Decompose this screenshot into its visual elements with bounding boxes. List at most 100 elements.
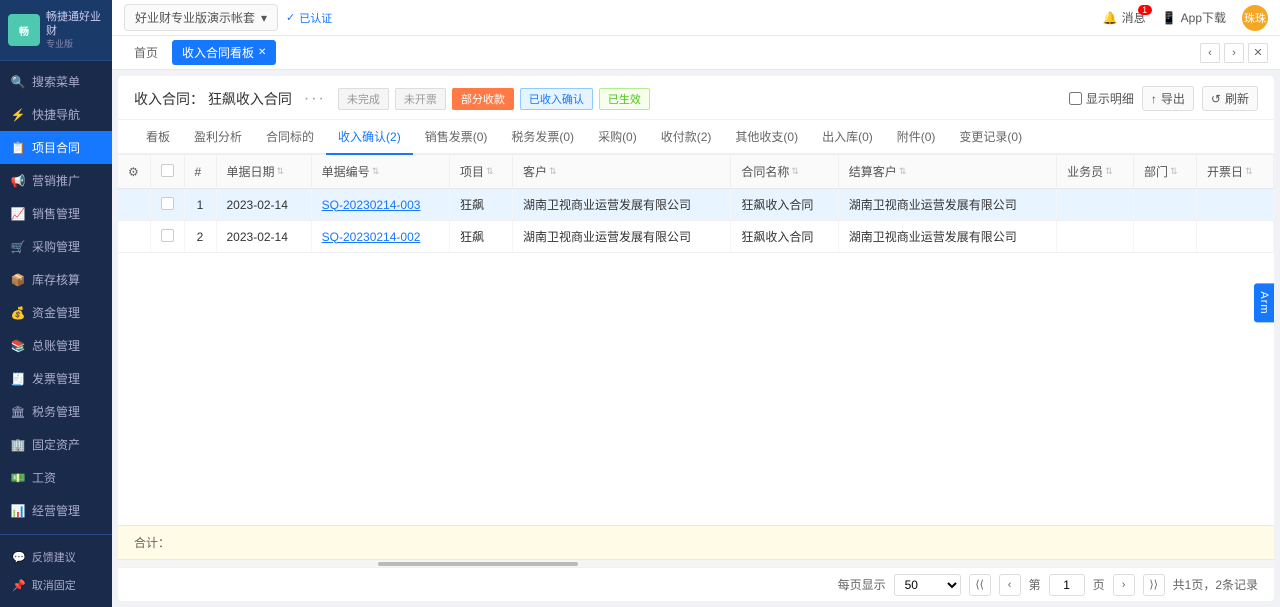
sidebar-label-4: 销售管理 <box>32 205 80 222</box>
sidebar-icon-2: 📋 <box>10 140 26 156</box>
nav-next-btn[interactable]: › <box>1224 43 1244 63</box>
cell-code-1[interactable]: SQ-20230214-002 <box>311 221 449 253</box>
sidebar-item-12[interactable]: 💵工资 <box>0 461 112 494</box>
sidebar-bottom-item-0[interactable]: 💬反馈建议 <box>8 543 104 571</box>
cell-code-0[interactable]: SQ-20230214-003 <box>311 189 449 221</box>
th-invoice-date[interactable]: 开票日⇅ <box>1197 155 1274 189</box>
table-wrapper[interactable]: ⚙ # 单据日期⇅ 单据编号⇅ 项目⇅ 客户⇅ 合同名称⇅ 结算客户⇅ 业务员⇅ <box>118 155 1274 525</box>
table-row[interactable]: 2 2023-02-14 SQ-20230214-002 狂飙 湖南卫视商业运营… <box>118 221 1274 253</box>
tab-home[interactable]: 首页 <box>124 40 168 65</box>
sidebar-item-8[interactable]: 📚总账管理 <box>0 329 112 362</box>
cell-date-1: 2023-02-14 <box>216 221 311 253</box>
sidebar-item-11[interactable]: 🏢固定资产 <box>0 428 112 461</box>
last-page-btn[interactable]: ⟩⟩ <box>1143 574 1165 596</box>
cell-check-1[interactable] <box>150 221 184 253</box>
sidebar-bottom-item-1[interactable]: 📌取消固定 <box>8 571 104 599</box>
tab-contract-board[interactable]: 收入合同看板 ✕ <box>172 40 276 65</box>
th-settings[interactable]: ⚙ <box>118 155 150 189</box>
th-code[interactable]: 单据编号⇅ <box>311 155 449 189</box>
cell-check-0[interactable] <box>150 189 184 221</box>
th-settle-customer[interactable]: 结算客户⇅ <box>838 155 1056 189</box>
sidebar-item-4[interactable]: 📈销售管理 <box>0 197 112 230</box>
refresh-icon: ↺ <box>1211 92 1221 106</box>
tab-4[interactable]: 销售发票(0) <box>413 120 500 155</box>
row-checkbox-1[interactable] <box>161 229 174 242</box>
export-btn[interactable]: ↑ 导出 <box>1142 86 1194 111</box>
sidebar-item-3[interactable]: 📢营销推广 <box>0 164 112 197</box>
export-icon: ↑ <box>1151 92 1157 106</box>
code-link-0[interactable]: SQ-20230214-003 <box>322 198 421 212</box>
th-salesperson[interactable]: 业务员⇅ <box>1057 155 1134 189</box>
tab-2[interactable]: 合同标的 <box>254 120 326 155</box>
sidebar-label-3: 营销推广 <box>32 172 80 189</box>
first-page-btn[interactable]: ⟨⟨ <box>969 574 991 596</box>
bottom-icon-1: 📌 <box>12 579 26 592</box>
cell-sales-1 <box>1057 221 1134 253</box>
sidebar-item-2[interactable]: 📋 项目合同 <box>0 131 112 164</box>
tab-8[interactable]: 其他收支(0) <box>723 120 810 155</box>
tab-10[interactable]: 附件(0) <box>885 120 948 155</box>
refresh-btn[interactable]: ↺ 刷新 <box>1202 86 1258 111</box>
cell-contract-name-1: 狂飙收入合同 <box>731 221 838 253</box>
sort-date-icon: ⇅ <box>277 166 285 177</box>
tab-5[interactable]: 税务发票(0) <box>499 120 586 155</box>
tab-0[interactable]: 看板 <box>134 120 182 155</box>
th-contract-name[interactable]: 合同名称⇅ <box>731 155 838 189</box>
sidebar-item-6[interactable]: 📦库存核算 <box>0 263 112 296</box>
settings-icon[interactable]: ⚙ <box>128 165 139 179</box>
select-all-checkbox[interactable] <box>161 164 174 177</box>
tab-3[interactable]: 收入确认(2) <box>326 120 413 155</box>
sidebar-item-1[interactable]: ⚡快捷导航 <box>0 98 112 131</box>
per-page-select[interactable]: 50 10 20 100 <box>894 574 961 596</box>
table-header-row: ⚙ # 单据日期⇅ 单据编号⇅ 项目⇅ 客户⇅ 合同名称⇅ 结算客户⇅ 业务员⇅ <box>118 155 1274 189</box>
scroll-thumb[interactable] <box>378 562 578 566</box>
sidebar-item-5[interactable]: 🛒采购管理 <box>0 230 112 263</box>
arm-toolbar-btn[interactable]: Arm <box>1254 283 1274 322</box>
page-input[interactable] <box>1049 574 1085 596</box>
status-badge-2[interactable]: 部分收款 <box>452 88 514 110</box>
app-download-btn[interactable]: 📱 App下载 <box>1162 9 1226 26</box>
sidebar-item-10[interactable]: 🏛税务管理 <box>0 395 112 428</box>
show-detail-checkbox[interactable] <box>1069 92 1082 105</box>
sidebar-label-2: 项目合同 <box>32 139 80 156</box>
contract-title: 收入合同： 狂飙收入合同 <box>134 89 292 109</box>
tab-11[interactable]: 变更记录(0) <box>947 120 1034 155</box>
th-date[interactable]: 单据日期⇅ <box>216 155 311 189</box>
tab-9[interactable]: 出入库(0) <box>810 120 885 155</box>
message-btn[interactable]: 🔔 消息 1 <box>1103 9 1146 26</box>
tab-close-icon[interactable]: ✕ <box>258 47 266 58</box>
status-badge-1[interactable]: 未开票 <box>395 88 446 110</box>
tab-1[interactable]: 盈利分析 <box>182 120 254 155</box>
sidebar-label-10: 税务管理 <box>32 403 80 420</box>
user-avatar[interactable]: 珠珠 <box>1242 5 1268 31</box>
check-icon: ✓ <box>286 11 295 24</box>
status-badge-3[interactable]: 已收入确认 <box>520 88 593 110</box>
table-row[interactable]: 1 2023-02-14 SQ-20230214-003 狂飙 湖南卫视商业运营… <box>118 189 1274 221</box>
nav-prev-btn[interactable]: ‹ <box>1200 43 1220 63</box>
prev-page-btn[interactable]: ‹ <box>999 574 1021 596</box>
nav-actions: ‹ › ✕ <box>1200 43 1268 63</box>
next-page-btn[interactable]: › <box>1113 574 1135 596</box>
th-project[interactable]: 项目⇅ <box>450 155 513 189</box>
sidebar-item-13[interactable]: 📊经营管理 <box>0 494 112 527</box>
sidebar-item-0[interactable]: 🔍搜索菜单 <box>0 65 112 98</box>
th-check[interactable] <box>150 155 184 189</box>
company-select[interactable]: 好业财专业版演示帐套 ▾ <box>124 4 278 31</box>
show-detail-toggle[interactable]: 显示明细 <box>1069 90 1134 107</box>
sidebar-item-7[interactable]: 💰资金管理 <box>0 296 112 329</box>
sidebar-item-14[interactable]: 🧩小畅报销 <box>0 527 112 534</box>
bell-icon: 🔔 <box>1103 11 1118 25</box>
th-customer[interactable]: 客户⇅ <box>513 155 731 189</box>
contract-more-icon[interactable]: ··· <box>304 90 326 108</box>
th-department[interactable]: 部门⇅ <box>1134 155 1197 189</box>
row-checkbox-0[interactable] <box>161 197 174 210</box>
status-badge-4[interactable]: 已生效 <box>599 88 650 110</box>
code-link-1[interactable]: SQ-20230214-002 <box>322 230 421 244</box>
sidebar-item-9[interactable]: 🧾发票管理 <box>0 362 112 395</box>
status-badge-0[interactable]: 未完成 <box>338 88 389 110</box>
tab-7[interactable]: 收付款(2) <box>649 120 724 155</box>
tab-6[interactable]: 采购(0) <box>586 120 649 155</box>
scrollbar-row[interactable] <box>118 559 1274 567</box>
nav-close-btn[interactable]: ✕ <box>1248 43 1268 63</box>
page-prefix: 第 <box>1029 576 1041 593</box>
